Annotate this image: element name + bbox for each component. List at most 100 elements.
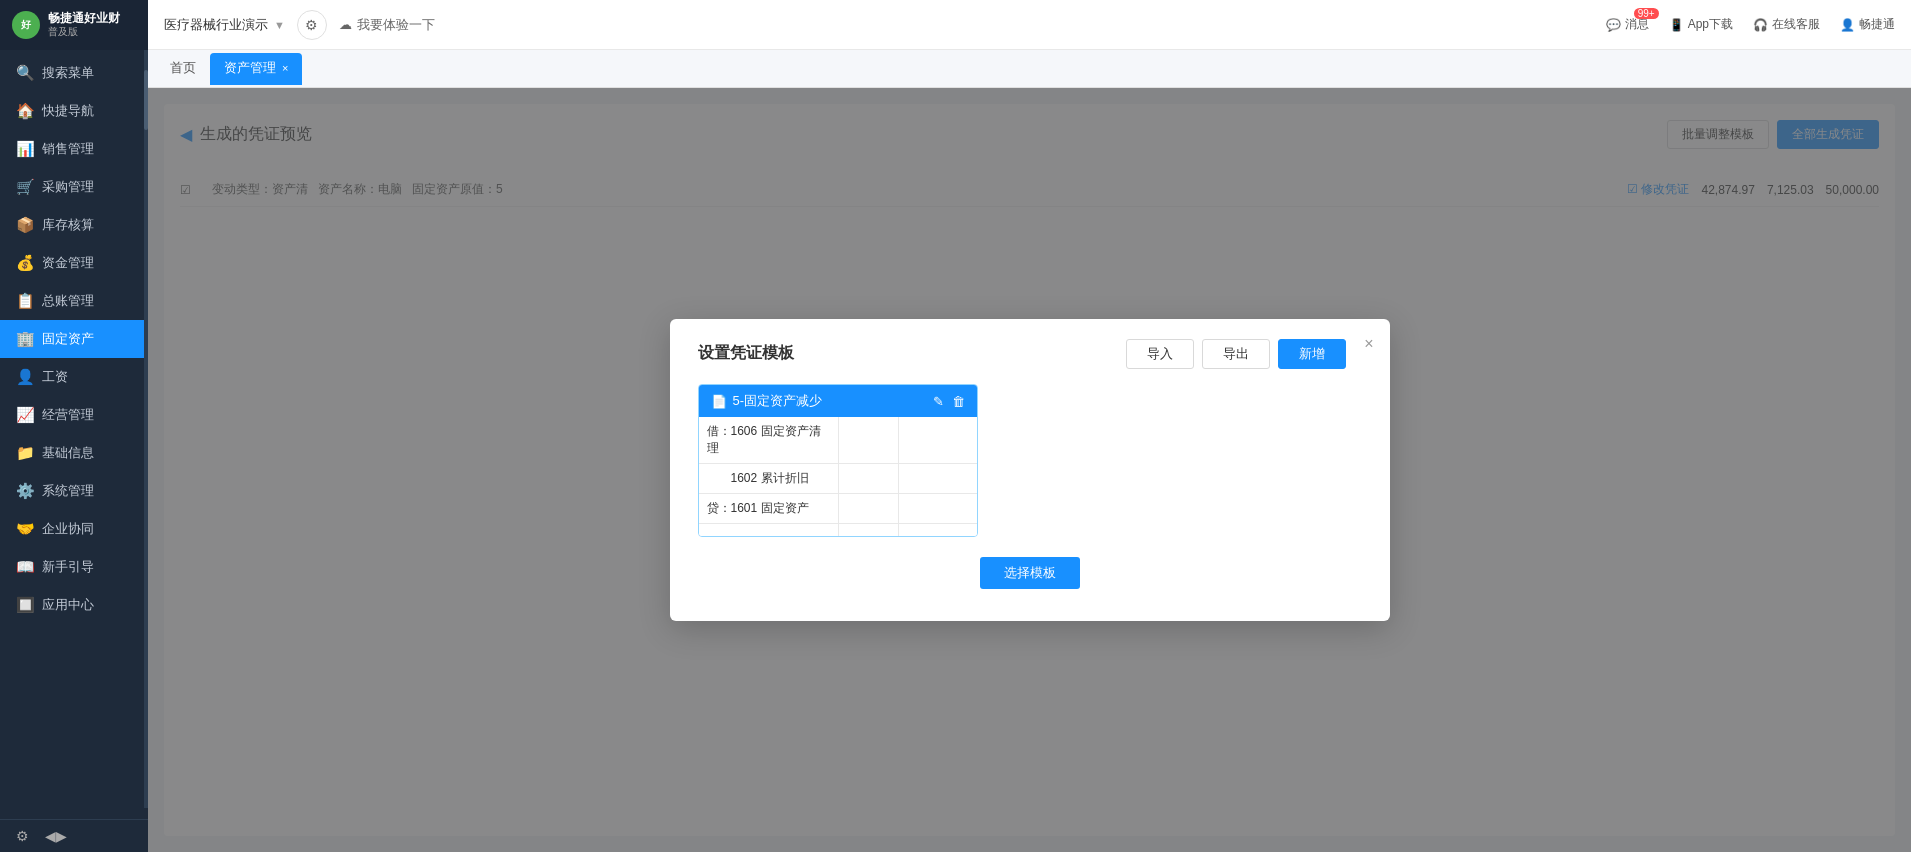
new-button[interactable]: 新增 bbox=[1278, 339, 1346, 369]
tab-close-icon[interactable]: × bbox=[282, 62, 288, 74]
template-cell-col2-0 bbox=[839, 417, 899, 463]
sidebar-title: 畅捷通好业财 bbox=[48, 11, 120, 25]
sidebar-item-payroll[interactable]: 👤 工资 bbox=[0, 358, 148, 396]
sidebar-item-system[interactable]: ⚙️系统管理 bbox=[0, 472, 148, 510]
sidebar-item-label: 总账管理 bbox=[42, 292, 94, 310]
modal-close-button[interactable]: × bbox=[1364, 335, 1373, 353]
sidebar-brand: 畅捷通好业财 普及版 bbox=[48, 11, 120, 39]
template-title: 5-固定资产减少 bbox=[733, 392, 823, 410]
enterprise-icon: 🤝 bbox=[16, 520, 34, 538]
template-cell-label-2: 贷：1601 固定资产 bbox=[699, 494, 839, 523]
company-chevron-icon: ▼ bbox=[274, 19, 285, 31]
ledger-icon: 📋 bbox=[16, 292, 34, 310]
sidebar-item-label: 固定资产 bbox=[42, 330, 94, 348]
template-row-3 bbox=[699, 524, 977, 536]
template-body: 借：1606 固定资产清理 1602 累计折旧 贷：1601 固定资产 bbox=[699, 417, 977, 536]
search-icon: 🔍 bbox=[16, 64, 34, 82]
sidebar-item-operations[interactable]: 📈 经营管理 bbox=[0, 396, 148, 434]
sidebar-item-inventory[interactable]: 📦 库存核算 bbox=[0, 206, 148, 244]
sidebar-item-label: 搜索菜单 bbox=[42, 64, 94, 82]
user-icon: 👤 bbox=[1840, 18, 1855, 32]
template-cell-col3-2 bbox=[899, 494, 977, 523]
sidebar-item-appcenter[interactable]: 🔲应用中心 bbox=[0, 586, 148, 624]
headset-icon: 🎧 bbox=[1753, 18, 1768, 32]
template-cell-col3-3 bbox=[899, 524, 977, 536]
sidebar-item-label: 资金管理 bbox=[42, 254, 94, 272]
sidebar-item-label: 快捷导航 bbox=[42, 102, 94, 120]
message-icon: 💬 bbox=[1606, 18, 1621, 32]
operations-icon: 📈 bbox=[16, 406, 34, 424]
sidebar-item-label: 系统管理 bbox=[42, 482, 94, 500]
template-cell-col2-3 bbox=[839, 524, 899, 536]
template-cell-col3-1 bbox=[899, 464, 977, 493]
export-button[interactable]: 导出 bbox=[1202, 339, 1270, 369]
import-button[interactable]: 导入 bbox=[1126, 339, 1194, 369]
appdownload-button[interactable]: 📱 App下载 bbox=[1669, 16, 1733, 33]
template-cell-label-3 bbox=[699, 524, 839, 536]
settings-button[interactable]: ⚙ bbox=[297, 10, 327, 40]
sidebar-item-label: 库存核算 bbox=[42, 216, 94, 234]
finance-icon: 💰 bbox=[16, 254, 34, 272]
sidebar-item-quicknav[interactable]: 🏠快捷导航 bbox=[0, 92, 148, 130]
appdownload-label: App下载 bbox=[1688, 16, 1733, 33]
experience-label: 我要体验一下 bbox=[357, 16, 435, 34]
select-template-button[interactable]: 选择模板 bbox=[980, 557, 1080, 589]
topbar: 医疗器械行业演示 ▼ ⚙ ☁ 我要体验一下 💬 消息 99+ 📱 App下载 🎧… bbox=[148, 0, 1911, 50]
sidebar-item-fixedasset[interactable]: 🏢 固定资产 bbox=[0, 320, 148, 358]
tab-home[interactable]: 首页 bbox=[156, 53, 210, 85]
sidebar-item-label: 企业协同 bbox=[42, 520, 94, 538]
sidebar-logo: 好 bbox=[12, 11, 40, 39]
template-delete-icon[interactable]: 🗑 bbox=[952, 394, 965, 409]
template-cell-col3-0 bbox=[899, 417, 977, 463]
sidebar-item-enterprise[interactable]: 🤝 企业协同 bbox=[0, 510, 148, 548]
newguide-icon: 📖 bbox=[16, 558, 34, 576]
sidebar-subtitle: 普及版 bbox=[48, 25, 120, 39]
template-card-header: 📄 5-固定资产减少 ✎ 🗑 bbox=[699, 385, 977, 417]
sidebar-item-search[interactable]: 🔍 搜索菜单 bbox=[0, 54, 148, 92]
company-selector[interactable]: 医疗器械行业演示 ▼ bbox=[164, 16, 285, 34]
template-cell-col2-1 bbox=[839, 464, 899, 493]
template-cell-col2-2 bbox=[839, 494, 899, 523]
inventory-icon: 📦 bbox=[16, 216, 34, 234]
user-button[interactable]: 👤 畅捷通 bbox=[1840, 16, 1895, 33]
topbar-right: 💬 消息 99+ 📱 App下载 🎧 在线客服 👤 畅捷通 bbox=[1606, 16, 1895, 33]
modal-dialog: 设置凭证模板 导入 导出 新增 × 📄 5-固定资产减少 bbox=[670, 319, 1390, 621]
tab-home-label: 首页 bbox=[170, 59, 196, 77]
sidebar-item-ledger[interactable]: 📋 总账管理 bbox=[0, 282, 148, 320]
modal-action-buttons: 导入 导出 新增 bbox=[1126, 339, 1346, 369]
sidebar-item-label: 采购管理 bbox=[42, 178, 94, 196]
sidebar-item-label: 基础信息 bbox=[42, 444, 94, 462]
template-header-left: 📄 5-固定资产减少 bbox=[711, 392, 823, 410]
sidebar-item-sales[interactable]: 📊销售管理 bbox=[0, 130, 148, 168]
settings-icon: ⚙ bbox=[305, 17, 318, 33]
sidebar-item-finance[interactable]: 💰 资金管理 bbox=[0, 244, 148, 282]
experience-button[interactable]: ☁ 我要体验一下 bbox=[339, 16, 435, 34]
sidebar-item-label: 工资 bbox=[42, 368, 68, 386]
template-row-1: 1602 累计折旧 bbox=[699, 464, 977, 494]
service-button[interactable]: 🎧 在线客服 bbox=[1753, 16, 1820, 33]
collapse-icon[interactable]: ◀▶ bbox=[45, 828, 67, 844]
basicinfo-icon: 📁 bbox=[16, 444, 34, 462]
company-name: 医疗器械行业演示 bbox=[164, 16, 268, 34]
sidebar-item-newguide[interactable]: 📖新手引导 bbox=[0, 548, 148, 586]
messages-badge: 99+ bbox=[1634, 8, 1659, 19]
sidebar-item-label: 经营管理 bbox=[42, 406, 94, 424]
settings-bottom-icon[interactable]: ⚙ bbox=[16, 828, 29, 844]
sidebar-item-basicinfo[interactable]: 📁 基础信息 bbox=[0, 434, 148, 472]
template-row-0: 借：1606 固定资产清理 bbox=[699, 417, 977, 464]
sidebar-item-purchase[interactable]: 🛒采购管理 bbox=[0, 168, 148, 206]
main-area: 医疗器械行业演示 ▼ ⚙ ☁ 我要体验一下 💬 消息 99+ 📱 App下载 🎧… bbox=[148, 0, 1911, 852]
tabbar: 首页 资产管理 × bbox=[148, 50, 1911, 88]
service-label: 在线客服 bbox=[1772, 16, 1820, 33]
messages-button[interactable]: 💬 消息 99+ bbox=[1606, 16, 1649, 33]
template-cell-label-1: 1602 累计折旧 bbox=[699, 464, 839, 493]
sidebar-item-label: 应用中心 bbox=[42, 596, 94, 614]
tab-assetmgmt[interactable]: 资产管理 × bbox=[210, 53, 302, 85]
sales-icon: 📊 bbox=[16, 140, 34, 158]
template-edit-icon[interactable]: ✎ bbox=[933, 394, 944, 409]
modal-overlay: 设置凭证模板 导入 导出 新增 × 📄 5-固定资产减少 bbox=[148, 88, 1911, 852]
template-card: 📄 5-固定资产减少 ✎ 🗑 借：1606 固定资产清理 bbox=[698, 384, 978, 537]
content-area: ◀ 生成的凭证预览 批量调整模板 全部生成凭证 ☑ 变动类型：资产清 资产名称：… bbox=[148, 88, 1911, 852]
fixedasset-icon: 🏢 bbox=[16, 330, 34, 348]
payroll-icon: 👤 bbox=[16, 368, 34, 386]
